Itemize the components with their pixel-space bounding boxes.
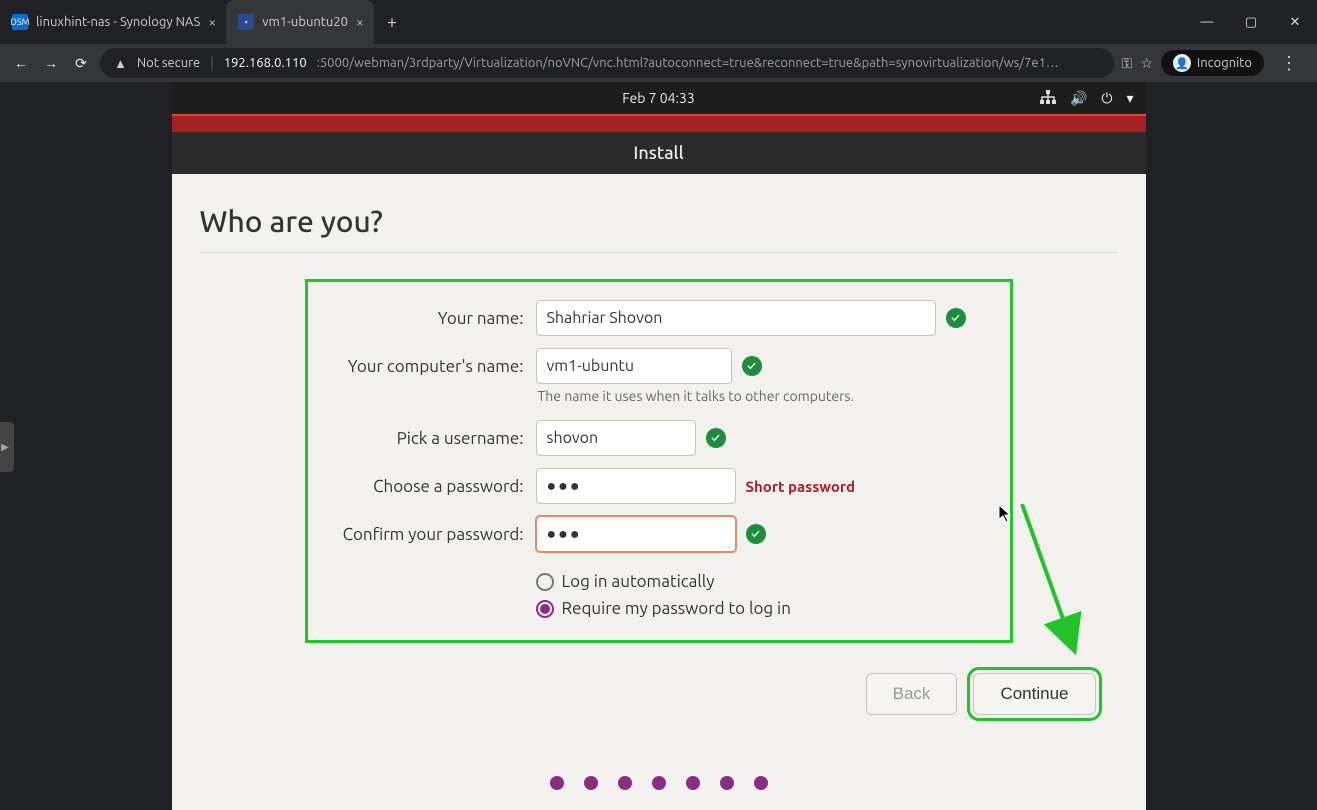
annotation-arrow: [1012, 504, 1112, 664]
radio-icon: [536, 573, 554, 591]
login-auto-label: Log in automatically: [562, 572, 715, 591]
radio-icon: [536, 600, 554, 618]
installer-title-text: Install: [633, 143, 683, 163]
gnome-system-tray[interactable]: 🔊 ⏻ ▾: [1040, 90, 1134, 107]
new-tab-button[interactable]: +: [374, 0, 410, 44]
check-icon: ✓: [746, 524, 766, 544]
username-input[interactable]: [536, 420, 696, 456]
password-label: Choose a password:: [314, 477, 536, 496]
close-tab-icon[interactable]: ×: [208, 14, 216, 30]
browser-menu-button[interactable]: ⋮: [1272, 53, 1307, 74]
computer-name-hint: The name it uses when it talks to other …: [536, 388, 854, 404]
your-name-label: Your name:: [314, 309, 536, 328]
incognito-badge[interactable]: 👤 Incognito: [1161, 50, 1264, 76]
user-form-highlight-box: Your name: ✓ Your computer's name: ✓ T: [305, 279, 1013, 643]
volume-icon[interactable]: 🔊: [1070, 90, 1087, 107]
close-tab-icon[interactable]: ×: [356, 14, 364, 30]
progress-dot: [686, 776, 700, 790]
not-secure-label: Not secure: [137, 56, 200, 70]
window-controls: — ▢ ✕: [1185, 0, 1317, 44]
progress-dot: [618, 776, 632, 790]
username-label: Pick a username:: [314, 429, 536, 448]
bookmark-star-icon[interactable]: ☆: [1140, 55, 1153, 72]
browser-tab-synology[interactable]: DSM linuxhint-nas - Synology NAS ×: [0, 0, 226, 44]
divider: [200, 252, 1118, 253]
page-title: Who are you?: [200, 204, 1118, 238]
reload-button[interactable]: ⟳: [70, 55, 92, 72]
novnc-sidebar-handle[interactable]: ▶: [0, 422, 14, 472]
back-button[interactable]: Back: [866, 673, 958, 715]
address-bar[interactable]: ▲ Not secure | 192.168.0.110:5000/webman…: [100, 48, 1114, 78]
computer-name-input[interactable]: [536, 348, 732, 384]
not-secure-icon: ▲: [114, 56, 127, 71]
check-icon: ✓: [946, 308, 966, 328]
login-auto-option[interactable]: Log in automatically: [536, 568, 791, 595]
progress-dot: [720, 776, 734, 790]
minimize-button[interactable]: —: [1185, 15, 1229, 29]
url-host: 192.168.0.110: [224, 56, 307, 70]
confirm-password-input[interactable]: [536, 516, 736, 552]
progress-dot: [550, 776, 564, 790]
progress-indicator: [172, 776, 1146, 790]
confirm-password-label: Confirm your password:: [314, 525, 536, 544]
mouse-cursor-icon: [998, 504, 1012, 524]
password-input[interactable]: [536, 468, 736, 504]
continue-button[interactable]: Continue: [973, 673, 1095, 715]
tab-title: linuxhint-nas - Synology NAS: [36, 15, 200, 29]
synology-favicon: DSM: [12, 14, 28, 30]
chevron-down-icon[interactable]: ▾: [1126, 90, 1133, 107]
browser-tab-vnc[interactable]: ▪ vm1-ubuntu20 ×: [226, 0, 374, 44]
tab-title: vm1-ubuntu20: [262, 15, 348, 29]
gnome-top-bar: Feb 7 04:33 🔊 ⏻ ▾: [172, 82, 1146, 114]
vnc-viewport: Feb 7 04:33 🔊 ⏻ ▾ Install Who are you? Y…: [172, 82, 1146, 810]
installer-body: Who are you? Your name: ✓ Your computer'…: [172, 174, 1146, 810]
close-window-button[interactable]: ✕: [1273, 15, 1317, 30]
network-icon[interactable]: [1040, 90, 1056, 107]
gnome-clock[interactable]: Feb 7 04:33: [622, 90, 695, 106]
forward-button[interactable]: →: [40, 55, 62, 71]
url-path: :5000/webman/3rdparty/Virtualization/noV…: [317, 56, 1059, 70]
incognito-icon: 👤: [1173, 54, 1191, 72]
check-icon: ✓: [742, 356, 762, 376]
ubuntu-accent-strip: [172, 114, 1146, 132]
password-key-icon[interactable]: ⚿: [1122, 55, 1133, 72]
power-icon[interactable]: ⏻: [1101, 90, 1112, 107]
content-area: ▶ Feb 7 04:33 🔊 ⏻ ▾ Install Who are you?: [0, 82, 1317, 810]
progress-dot: [652, 776, 666, 790]
progress-dot: [584, 776, 598, 790]
incognito-label: Incognito: [1197, 56, 1252, 70]
browser-toolbar: ← → ⟳ ▲ Not secure | 192.168.0.110:5000/…: [0, 44, 1317, 82]
login-require-label: Require my password to log in: [562, 599, 791, 618]
progress-dot: [754, 776, 768, 790]
back-button[interactable]: ←: [10, 55, 32, 71]
your-name-input[interactable]: [536, 300, 936, 336]
vnc-favicon: ▪: [238, 14, 254, 30]
login-require-password-option[interactable]: Require my password to log in: [536, 595, 791, 622]
button-row: Back Continue: [200, 673, 1118, 715]
check-icon: ✓: [706, 428, 726, 448]
password-strength-label: Short password: [746, 478, 855, 495]
installer-window-title: Install: [172, 132, 1146, 174]
computer-name-label: Your computer's name:: [314, 357, 536, 376]
maximize-button[interactable]: ▢: [1229, 15, 1273, 30]
browser-titlebar: DSM linuxhint-nas - Synology NAS × ▪ vm1…: [0, 0, 1317, 44]
